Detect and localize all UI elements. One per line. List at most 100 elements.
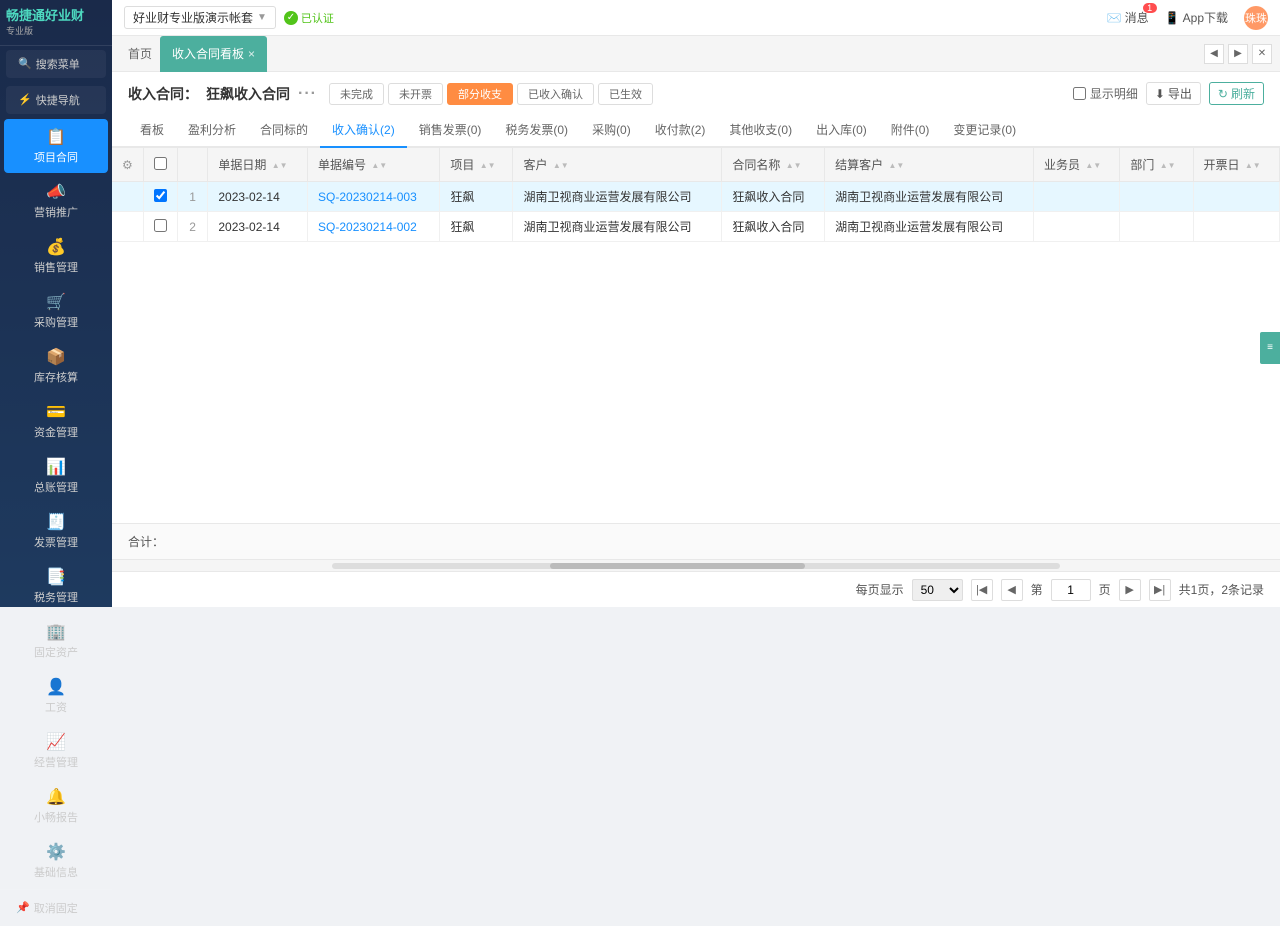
row-number-link-1[interactable]: SQ-20230214-002 (318, 220, 417, 234)
right-action-btn[interactable]: ≡ (1260, 332, 1280, 364)
customer-sort-icon[interactable]: ▲▼ (553, 162, 569, 170)
active-tab[interactable]: 收入合同看板 × (160, 36, 267, 72)
number-sort-icon[interactable]: ▲▼ (371, 162, 387, 170)
sidebar-item-manage[interactable]: 📈 经营管理 (4, 724, 108, 778)
invoice-date-sort-icon[interactable]: ▲▼ (1245, 162, 1261, 170)
sidebar-item-tax[interactable]: 📑 税务管理 (4, 559, 108, 613)
tab-11[interactable]: 变更记录(0) (941, 113, 1028, 148)
data-table: ⚙ 单据日期 ▲▼ (112, 148, 1280, 242)
tab-10[interactable]: 附件(0) (879, 113, 942, 148)
tab-9[interactable]: 出入库(0) (804, 113, 879, 148)
refresh-btn[interactable]: ↻ 刷新 (1209, 82, 1264, 105)
message-action[interactable]: ✉️ 消息 1 (1107, 9, 1149, 26)
page-last-btn[interactable]: ▶| (1149, 579, 1171, 601)
total-info: 共1页，2条记录 (1179, 581, 1264, 598)
status-btn-0[interactable]: 未完成 (329, 83, 384, 105)
tab-7[interactable]: 收付款(2) (643, 113, 718, 148)
content-tabs: 看板盈利分析合同标的收入确认(2)销售发票(0)税务发票(0)采购(0)收付款(… (112, 113, 1280, 148)
sidebar-item-basic[interactable]: ⚙️ 基础信息 (4, 834, 108, 888)
tab-close-btn[interactable]: × (248, 47, 255, 61)
tab-3[interactable]: 收入确认(2) (320, 113, 407, 148)
tab-2[interactable]: 合同标的 (248, 113, 320, 148)
rownum-col-header (177, 148, 208, 182)
row-number-link-0[interactable]: SQ-20230214-003 (318, 190, 417, 204)
select-all-checkbox[interactable] (154, 157, 167, 170)
tab-5[interactable]: 税务发票(0) (493, 113, 580, 148)
fixed-icon: 🏢 (46, 622, 66, 642)
sidebar-quick-nav[interactable]: ⚡ 快捷导航 (6, 86, 106, 114)
export-label: 导出 (1168, 85, 1192, 102)
status-btn-2[interactable]: 部分收支 (447, 83, 513, 105)
breadcrumb-home[interactable]: 首页 (120, 45, 160, 62)
tab-0[interactable]: 看板 (128, 113, 176, 148)
show-detail-input[interactable] (1073, 87, 1086, 100)
company-selector[interactable]: 好业财专业版演示帐套 ▼ (124, 6, 276, 29)
page-next-btn[interactable]: ▶ (1119, 579, 1141, 601)
row-department-1 (1120, 212, 1193, 242)
tab-prev-btn[interactable]: ◀ (1204, 44, 1224, 64)
contract-title: 收入合同： 狂飙收入合同 ··· (128, 84, 317, 104)
department-sort-icon[interactable]: ▲▼ (1160, 162, 1176, 170)
row-settings-0 (112, 182, 143, 212)
settings-col-header: ⚙ (112, 148, 143, 182)
certified-badge: 已认证 (284, 10, 334, 26)
row-customer-0: 湖南卫视商业运营发展有限公司 (513, 182, 722, 212)
app-download-action[interactable]: 📱 App下载 (1165, 9, 1228, 26)
page-first-btn[interactable]: |◀ (971, 579, 993, 601)
page-input[interactable] (1051, 579, 1091, 601)
sidebar-search[interactable]: 🔍 搜索菜单 (6, 50, 106, 78)
tab-1[interactable]: 盈利分析 (176, 113, 248, 148)
export-btn[interactable]: ⬇ 导出 (1146, 82, 1201, 105)
sidebar-item-project[interactable]: 📋 项目合同 (4, 119, 108, 173)
row-checkbox-0[interactable] (154, 189, 167, 202)
user-action[interactable]: 珠珠 (1244, 6, 1268, 30)
sidebar-item-marketing[interactable]: 📣 营销推广 (4, 174, 108, 228)
pagination: 每页显示 50 20 100 |◀ ◀ 第 页 ▶ (112, 571, 1280, 607)
sidebar-item-fixed[interactable]: 🏢 固定资产 (4, 614, 108, 668)
app-logo: 畅捷通好业财 专业版 (0, 0, 112, 46)
row-salesperson-1 (1033, 212, 1119, 242)
tab-8[interactable]: 其他收支(0) (717, 113, 804, 148)
tab-6[interactable]: 采购(0) (580, 113, 643, 148)
status-btn-1[interactable]: 未开票 (388, 83, 443, 105)
more-btn[interactable]: ··· (298, 85, 317, 103)
message-icon: ✉️ (1107, 11, 1122, 25)
sidebar-item-purchase[interactable]: 🛒 采购管理 (4, 284, 108, 338)
sidebar-item-sales[interactable]: 💰 销售管理 (4, 229, 108, 283)
sidebar-bottom: 📌 取消固定 (0, 889, 112, 926)
sidebar-item-invoice[interactable]: 🧾 发票管理 (4, 504, 108, 558)
scrollbar-area[interactable] (112, 559, 1280, 571)
sidebar: 畅捷通好业财 专业版 🔍 搜索菜单 ⚡ 快捷导航 📋 项目合同 📣 营销推广 💰… (0, 0, 112, 607)
page-size-select[interactable]: 50 20 100 (912, 579, 963, 601)
tab-nav: ◀ ▶ ✕ (1204, 44, 1272, 64)
page-prev-btn[interactable]: ◀ (1001, 579, 1023, 601)
table-wrapper[interactable]: ⚙ 单据日期 ▲▼ (112, 148, 1280, 523)
sidebar-unpin[interactable]: 📌 取消固定 (6, 896, 106, 920)
show-detail-checkbox[interactable]: 显示明细 (1073, 85, 1138, 102)
date-sort-icon[interactable]: ▲▼ (272, 162, 288, 170)
status-btn-3[interactable]: 已收入确认 (517, 83, 594, 105)
scrollbar-thumb[interactable] (550, 563, 805, 569)
search-icon: 🔍 (18, 57, 32, 70)
table-row[interactable]: 1 2023-02-14 SQ-20230214-003 狂飙 湖南卫视商业运营… (112, 182, 1280, 212)
contract-name-col-label: 合同名称 (732, 158, 780, 172)
contract-name-sort-icon[interactable]: ▲▼ (786, 162, 802, 170)
sidebar-item-report[interactable]: 🔔 小畅报告 (4, 779, 108, 833)
tab-next-btn[interactable]: ▶ (1228, 44, 1248, 64)
row-checkbox-1[interactable] (154, 219, 167, 232)
salesperson-sort-icon[interactable]: ▲▼ (1085, 162, 1101, 170)
sidebar-item-general[interactable]: 📊 总账管理 (4, 449, 108, 503)
status-btn-4[interactable]: 已生效 (598, 83, 653, 105)
table-settings-icon[interactable]: ⚙ (122, 158, 133, 172)
content-area: 收入合同： 狂飙收入合同 ··· 未完成未开票部分收支已收入确认已生效 显示明细… (112, 72, 1280, 607)
project-sort-icon[interactable]: ▲▼ (480, 162, 496, 170)
sidebar-item-labor[interactable]: 👤 工资 (4, 669, 108, 723)
sidebar-item-inventory[interactable]: 📦 库存核算 (4, 339, 108, 393)
tab-4[interactable]: 销售发票(0) (407, 113, 494, 148)
row-project-1: 狂飙 (440, 212, 513, 242)
sidebar-item-funds[interactable]: 💳 资金管理 (4, 394, 108, 448)
result-customer-sort-icon[interactable]: ▲▼ (888, 162, 904, 170)
tab-close-all-btn[interactable]: ✕ (1252, 44, 1272, 64)
sidebar-label-fixed: 固定资产 (34, 644, 78, 660)
table-row[interactable]: 2 2023-02-14 SQ-20230214-002 狂飙 湖南卫视商业运营… (112, 212, 1280, 242)
